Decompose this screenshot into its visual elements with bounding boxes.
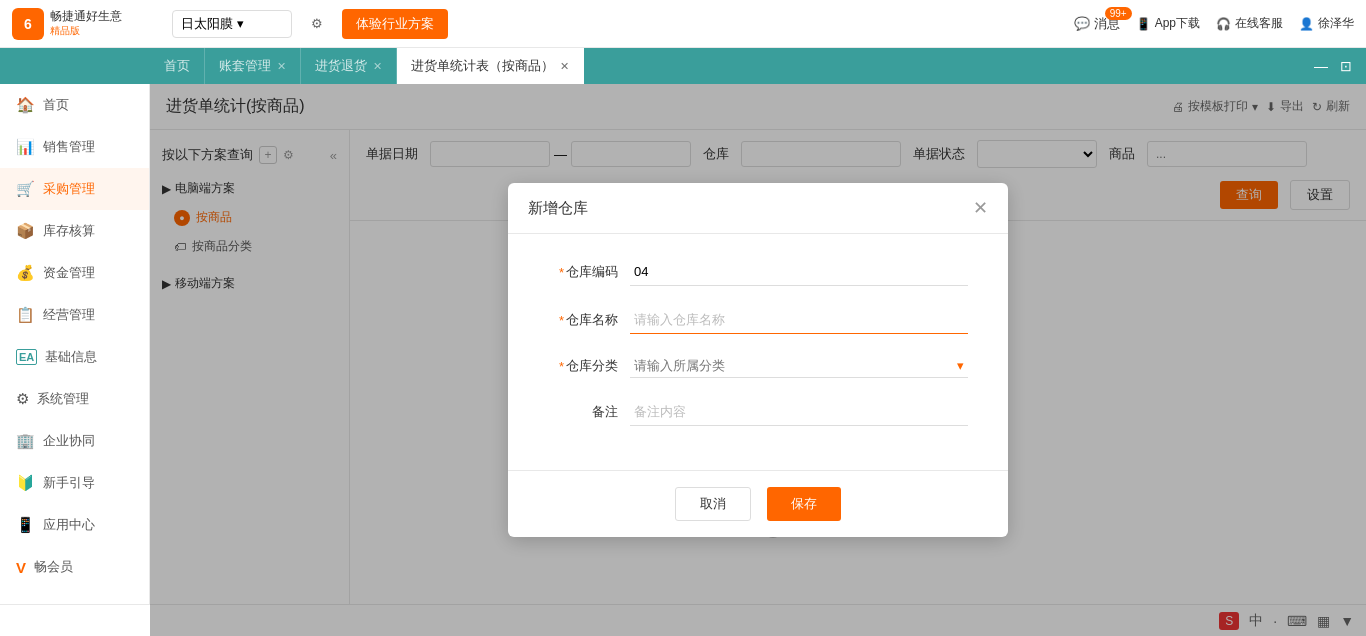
- sales-icon: 📊: [16, 138, 35, 156]
- chevron-down-icon: ▾: [237, 16, 244, 31]
- tab-purchase-stat[interactable]: 进货单统计表（按商品） ✕: [397, 48, 584, 84]
- tab-actions: — ⊡: [1308, 54, 1366, 78]
- finance-icon: 💰: [16, 264, 35, 282]
- sidebar-item-inventory[interactable]: 📦 库存核算: [0, 210, 149, 252]
- tab-purchase-return[interactable]: 进货退货 ✕: [301, 48, 397, 84]
- sidebar-item-home[interactable]: 🏠 首页: [0, 84, 149, 126]
- sidebar-item-sales[interactable]: 📊 销售管理: [0, 126, 149, 168]
- modal-header: 新增仓库 ✕: [508, 183, 1008, 234]
- phone-icon: 📱: [1136, 17, 1151, 31]
- tab-account[interactable]: 账套管理 ✕: [205, 48, 301, 84]
- warehouse-category-select[interactable]: ▾: [630, 354, 968, 378]
- gear-button[interactable]: ⚙: [302, 9, 332, 39]
- tab-close-purchase-return[interactable]: ✕: [373, 60, 382, 73]
- warehouse-code-input[interactable]: [630, 258, 968, 286]
- app-download-button[interactable]: 📱 App下载: [1136, 15, 1200, 32]
- modal-title: 新增仓库: [528, 199, 588, 218]
- home-icon: 🏠: [16, 96, 35, 114]
- content-area: 进货单统计(按商品) 🖨 按模板打印 ▾ ⬇ 导出 ↻ 刷新: [150, 84, 1366, 636]
- try-industry-button[interactable]: 体验行业方案: [342, 9, 448, 39]
- main-layout: 🏠 首页 📊 销售管理 🛒 采购管理 📦 库存核算 💰 资金管理 📋 经营管理 …: [0, 84, 1366, 636]
- category-input[interactable]: [634, 358, 957, 373]
- purchase-icon: 🛒: [16, 180, 35, 198]
- tab-home[interactable]: 首页: [150, 48, 205, 84]
- message-icon: 💬: [1074, 16, 1090, 31]
- operations-icon: 📋: [16, 306, 35, 324]
- headset-icon: 🎧: [1216, 17, 1231, 31]
- message-badge: 99+: [1105, 7, 1132, 20]
- sidebar-item-member[interactable]: V 畅会员: [0, 546, 149, 588]
- header-right: 💬 消息 99+ 📱 App下载 🎧 在线客服 👤 徐泽华: [1074, 15, 1354, 33]
- modal-body: * 仓库编码 * 仓库名称: [508, 234, 1008, 470]
- sidebar-item-operations[interactable]: 📋 经营管理: [0, 294, 149, 336]
- message-button[interactable]: 💬 消息 99+: [1074, 15, 1120, 33]
- basic-info-icon: EA: [16, 349, 37, 365]
- sidebar-item-basic-info[interactable]: EA 基础信息: [0, 336, 149, 378]
- logo-icon: 6: [12, 8, 44, 40]
- user-name: 徐泽华: [1318, 15, 1354, 32]
- tab-close-account[interactable]: ✕: [277, 60, 286, 73]
- sidebar-item-purchase[interactable]: 🛒 采购管理: [0, 168, 149, 210]
- form-label-category: * 仓库分类: [548, 357, 618, 375]
- warehouse-remark-input[interactable]: [630, 398, 968, 426]
- new-warehouse-modal: 新增仓库 ✕ * 仓库编码 *: [508, 183, 1008, 537]
- modal-close-button[interactable]: ✕: [973, 197, 988, 219]
- sidebar-item-finance[interactable]: 💰 资金管理: [0, 252, 149, 294]
- user-icon: 👤: [1299, 17, 1314, 31]
- modal-footer: 取消 保存: [508, 470, 1008, 537]
- sidebar-item-system[interactable]: ⚙ 系统管理: [0, 378, 149, 420]
- top-header: 6 畅捷通好生意 精品版 日太阳膜 ▾ ⚙ 体验行业方案 💬 消息 99+ 📱 …: [0, 0, 1366, 48]
- guide-icon: 🔰: [16, 474, 35, 492]
- form-row-code: * 仓库编码: [548, 258, 968, 286]
- form-label-code: * 仓库编码: [548, 263, 618, 281]
- inventory-icon: 📦: [16, 222, 35, 240]
- sidebar-item-guide[interactable]: 🔰 新手引导: [0, 462, 149, 504]
- modal-overlay: 新增仓库 ✕ * 仓库编码 *: [150, 84, 1366, 636]
- store-selector[interactable]: 日太阳膜 ▾: [172, 10, 292, 38]
- form-label-remark: 备注: [548, 403, 618, 421]
- sidebar: 🏠 首页 📊 销售管理 🛒 采购管理 📦 库存核算 💰 资金管理 📋 经营管理 …: [0, 84, 150, 636]
- tab-minimize-icon[interactable]: —: [1308, 54, 1334, 78]
- store-name: 日太阳膜: [181, 15, 233, 33]
- gear-icon: ⚙: [311, 16, 323, 31]
- form-row-remark: 备注: [548, 398, 968, 426]
- logo-area: 6 畅捷通好生意 精品版: [12, 8, 162, 40]
- form-label-name: * 仓库名称: [548, 311, 618, 329]
- form-row-category: * 仓库分类 ▾: [548, 354, 968, 378]
- system-icon: ⚙: [16, 390, 29, 408]
- member-icon: V: [16, 559, 26, 576]
- sidebar-item-apps[interactable]: 📱 应用中心: [0, 504, 149, 546]
- logo-text: 畅捷通好生意: [50, 9, 122, 25]
- select-arrow-icon: ▾: [957, 358, 964, 373]
- tab-bar: 首页 账套管理 ✕ 进货退货 ✕ 进货单统计表（按商品） ✕ — ⊡: [0, 48, 1366, 84]
- logo-sub: 精品版: [50, 24, 122, 38]
- user-menu[interactable]: 👤 徐泽华: [1299, 15, 1354, 32]
- sidebar-item-enterprise[interactable]: 🏢 企业协同: [0, 420, 149, 462]
- tab-maximize-icon[interactable]: ⊡: [1334, 54, 1358, 78]
- warehouse-name-input[interactable]: [630, 306, 968, 334]
- enterprise-icon: 🏢: [16, 432, 35, 450]
- cancel-button[interactable]: 取消: [675, 487, 751, 521]
- apps-icon: 📱: [16, 516, 35, 534]
- online-service-button[interactable]: 🎧 在线客服: [1216, 15, 1283, 32]
- form-row-name: * 仓库名称: [548, 306, 968, 334]
- tab-close-purchase-stat[interactable]: ✕: [560, 60, 569, 73]
- save-button[interactable]: 保存: [767, 487, 841, 521]
